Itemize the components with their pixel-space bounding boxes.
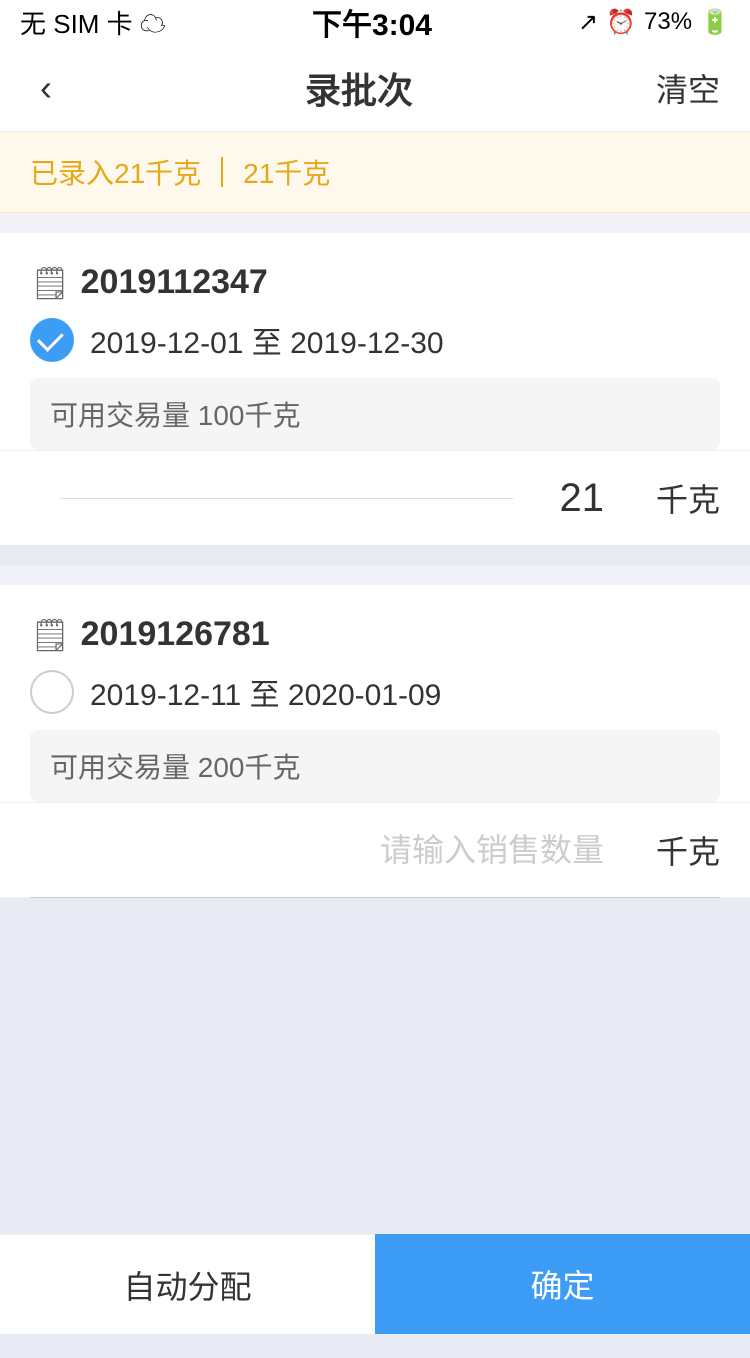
batch-1-date: 2019-12-01 至 2019-12-30 [90,318,444,362]
batch-1-available: 可用交易量 100千克 [30,378,720,450]
location-icon: ↗ [578,8,598,37]
batch-2-radio[interactable] [30,670,74,714]
status-left: 无 SIM 卡 ☁ [20,4,166,41]
batch-card-1: 🗒 2019112347 2019-12-01 至 2019-12-30 可用交… [0,233,750,450]
summary-divider [221,157,223,187]
nav-bar: ‹ 录批次 清空 [0,44,750,132]
confirm-button[interactable]: 确定 [375,1234,750,1334]
batch-card-2: 🗒 2019126781 2019-12-11 至 2020-01-09 可用交… [0,585,750,802]
summary-bar: 已录入21千克 21千克 [0,132,750,213]
batch-1-header: 🗒 2019112347 [30,263,720,302]
batch-1-quantity-row: 21 千克 [0,450,750,545]
section-divider [0,545,750,565]
bottom-bar: 自动分配 确定 [0,1234,750,1334]
status-bar: 无 SIM 卡 ☁ 下午3:04 ↗ ⏰ 73% 🔋 [0,0,750,44]
status-time: 下午3:04 [312,0,432,44]
clear-button[interactable]: 清空 [656,65,720,111]
batch-2-row: 2019-12-11 至 2020-01-09 [30,670,720,714]
batch-2-available: 可用交易量 200千克 [30,730,720,802]
battery-text: 73% [644,8,692,36]
batch-2-quantity-row: 千克 [0,802,750,897]
batch-2-quantity-input[interactable] [30,832,604,869]
batch-2-header: 🗒 2019126781 [30,615,720,654]
batch-1-quantity-unit: 千克 [656,475,720,521]
summary-value: 21千克 [243,152,330,192]
page-title: 录批次 [305,62,413,114]
batch-1-icon: 🗒 [30,264,71,302]
batch-2-id: 2019126781 [81,615,270,654]
clock-icon: ⏰ [606,8,636,37]
auto-distribute-button[interactable]: 自动分配 [0,1234,375,1334]
batch-2-quantity-unit: 千克 [656,827,720,873]
no-sim-text: 无 SIM 卡 ☁ [20,4,166,41]
batch-1-radio[interactable] [30,318,74,362]
batch-1-row: 2019-12-01 至 2019-12-30 [30,318,720,362]
batch-2-icon: 🗒 [30,616,71,654]
batch-2-date: 2019-12-11 至 2020-01-09 [90,670,441,714]
batch-1-id: 2019112347 [81,263,268,302]
summary-recorded: 已录入21千克 [30,152,201,192]
status-right: ↗ ⏰ 73% 🔋 [578,8,730,37]
battery-icon: 🔋 [700,8,730,37]
back-button[interactable]: ‹ [30,57,62,119]
batch-1-quantity-value: 21 [559,476,604,521]
